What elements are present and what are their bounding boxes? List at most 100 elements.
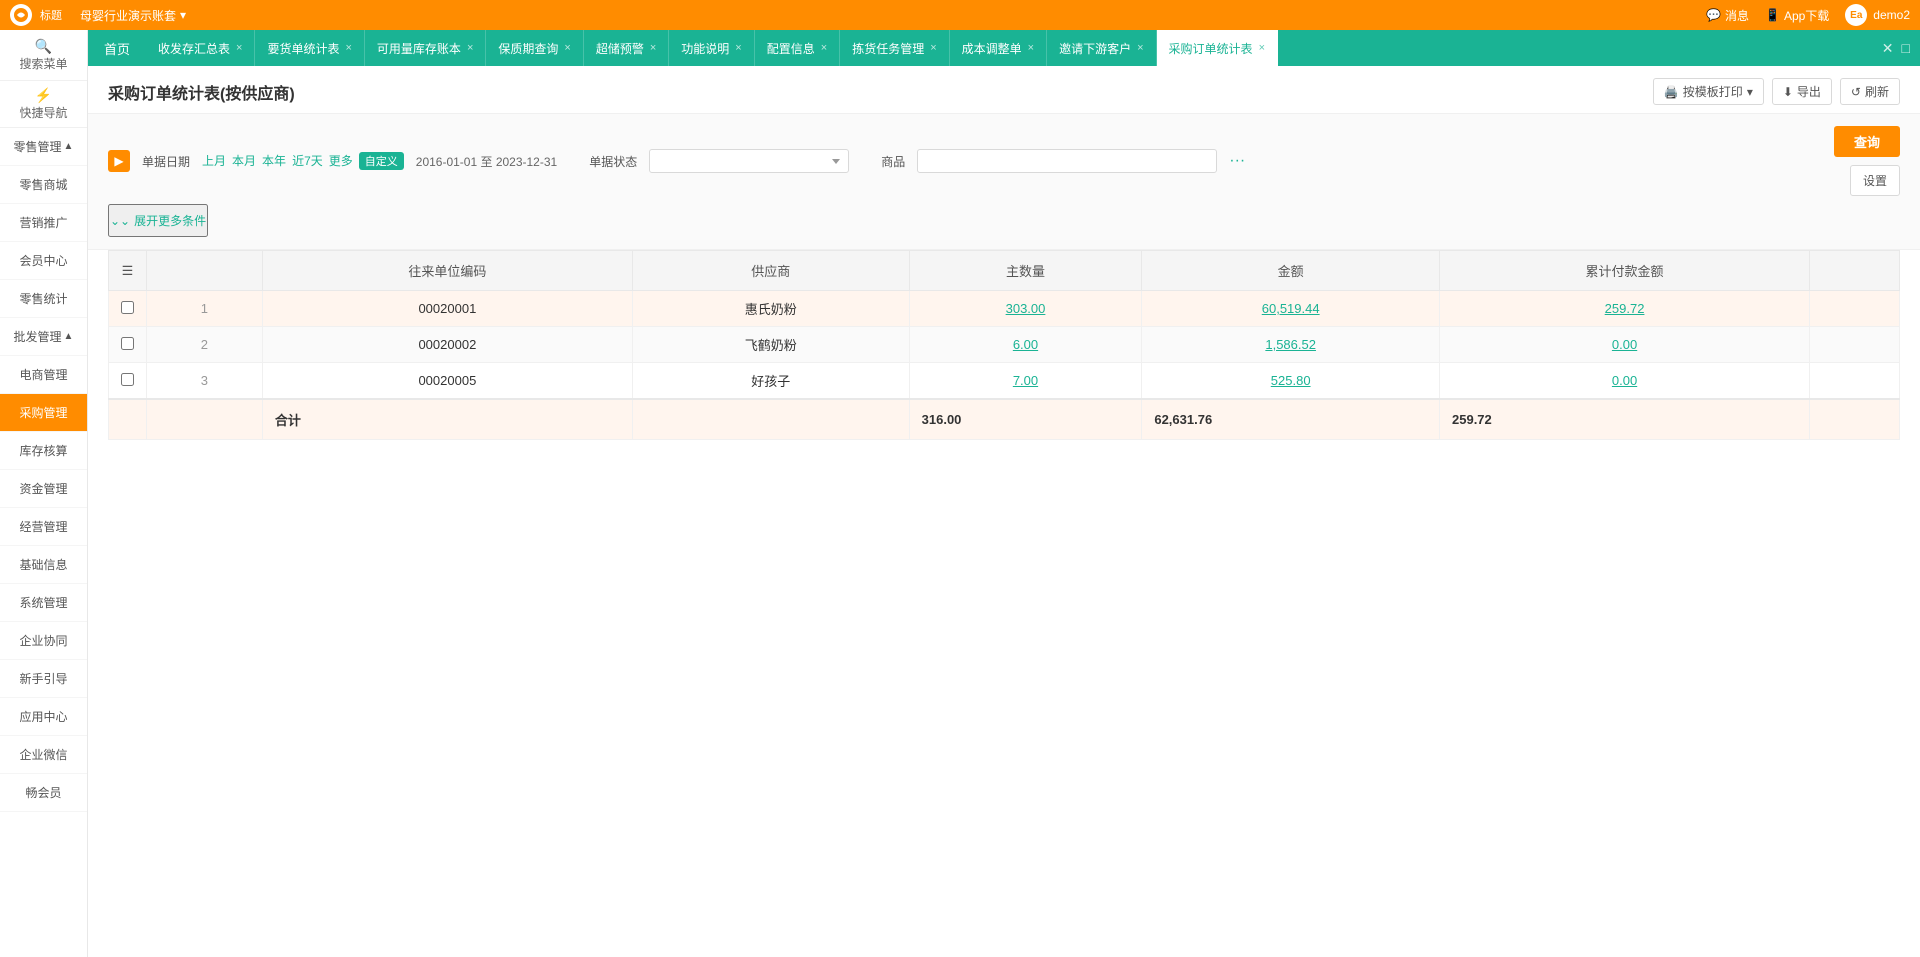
settings-button[interactable]: 设置 bbox=[1850, 165, 1900, 196]
tab-home[interactable]: 首页 bbox=[88, 30, 146, 66]
tab-function-desc[interactable]: 功能说明× bbox=[669, 30, 754, 66]
footer-extra bbox=[1810, 399, 1900, 440]
sidebar-item-new-guide[interactable]: 新手引导 bbox=[0, 660, 87, 698]
row-amount[interactable]: 1,586.52 bbox=[1142, 327, 1440, 363]
header-bar-right: 💬 消息 📱 App下载 Ea demo2 bbox=[1706, 4, 1910, 26]
filter-toggle-button[interactable]: ▶ bbox=[108, 150, 130, 172]
tab-pickup-task[interactable]: 拣货任务管理× bbox=[840, 30, 949, 66]
tab-order-summary[interactable]: 要货单统计表× bbox=[255, 30, 364, 66]
tab-bar-right: ✕ □ bbox=[1872, 40, 1920, 57]
sidebar-item-retail-stats[interactable]: 零售统计 bbox=[0, 280, 87, 318]
filter-actions: 查询 设置 bbox=[1834, 126, 1900, 196]
row-main-qty[interactable]: 6.00 bbox=[909, 327, 1142, 363]
col-amount: 金额 bbox=[1142, 251, 1440, 291]
sidebar-item-business-management[interactable]: 经营管理 bbox=[0, 508, 87, 546]
tab-available-inventory[interactable]: 可用量库存账本× bbox=[365, 30, 486, 66]
tab-purchase-summary[interactable]: 采购订单统计表× bbox=[1157, 30, 1278, 66]
row-checkbox[interactable] bbox=[121, 337, 134, 350]
print-icon: 🖨️ bbox=[1664, 85, 1679, 99]
shortcut-more[interactable]: 更多 bbox=[329, 152, 353, 170]
user-profile[interactable]: Ea demo2 bbox=[1845, 4, 1910, 26]
table-row: 2 00020002 飞鹤奶粉 6.00 1,586.52 0.00 bbox=[109, 327, 1900, 363]
sidebar-item-inventory-check[interactable]: 库存核算 bbox=[0, 432, 87, 470]
sidebar-item-member-center[interactable]: 会员中心 bbox=[0, 242, 87, 280]
tab-close-order-summary[interactable]: × bbox=[345, 42, 351, 54]
tab-close-function-desc[interactable]: × bbox=[735, 42, 741, 54]
query-button[interactable]: 查询 bbox=[1834, 126, 1900, 157]
tab-close-warranty-query[interactable]: × bbox=[564, 42, 570, 54]
row-extra bbox=[1810, 363, 1900, 400]
workspace-selector[interactable]: 母婴行业演示账套 ▾ bbox=[80, 7, 186, 24]
sidebar-item-enterprise-wechat[interactable]: 企业微信 bbox=[0, 736, 87, 774]
sidebar-item-basic-info[interactable]: 基础信息 bbox=[0, 546, 87, 584]
sidebar-item-label-system-management: 系统管理 bbox=[19, 596, 67, 610]
status-select[interactable] bbox=[649, 149, 849, 173]
tab-close-purchase-summary[interactable]: × bbox=[1259, 42, 1265, 54]
row-amount[interactable]: 60,519.44 bbox=[1142, 291, 1440, 327]
row-amount[interactable]: 525.80 bbox=[1142, 363, 1440, 400]
row-checkbox[interactable] bbox=[121, 301, 134, 314]
message-button[interactable]: 💬 消息 bbox=[1706, 7, 1749, 24]
expand-more-button[interactable]: ⌄⌄ 展开更多条件 bbox=[108, 204, 208, 237]
sidebar-item-label-basic-info: 基础信息 bbox=[19, 558, 67, 572]
user-name: demo2 bbox=[1873, 8, 1910, 22]
template-print-button[interactable]: 🖨️ 按模板打印 ▾ bbox=[1653, 78, 1764, 105]
row-seq: 1 bbox=[147, 291, 263, 327]
tab-cost-adjust[interactable]: 成本调整单× bbox=[950, 30, 1047, 66]
sidebar-item-ecommerce-management[interactable]: 电商管理 bbox=[0, 356, 87, 394]
header-bar: 标题 母婴行业演示账套 ▾ 💬 消息 📱 App下载 Ea demo2 bbox=[0, 0, 1920, 30]
sidebar-item-label-app-center: 应用中心 bbox=[19, 710, 67, 724]
row-paid-amount[interactable]: 259.72 bbox=[1440, 291, 1810, 327]
app-download-button[interactable]: 📱 App下载 bbox=[1765, 7, 1829, 24]
sidebar-item-purchase-management[interactable]: 采购管理 bbox=[0, 394, 87, 432]
row-checkbox[interactable] bbox=[121, 373, 134, 386]
row-paid-amount[interactable]: 0.00 bbox=[1440, 363, 1810, 400]
shortcut-this-year[interactable]: 本年 bbox=[262, 152, 286, 170]
sidebar-item-member[interactable]: 畅会员 bbox=[0, 774, 87, 812]
tab-close-receive-summary[interactable]: × bbox=[236, 42, 242, 54]
date-range-display: 2016-01-01 至 2023-12-31 bbox=[416, 153, 557, 170]
tab-invite-downstream[interactable]: 邀请下游客户 × bbox=[1047, 30, 1156, 66]
col-settings: ☰ bbox=[109, 251, 147, 291]
sidebar-item-wholesale-management[interactable]: 批发管理▲ bbox=[0, 318, 87, 356]
tab-label-invite-downstream: 邀请下游客户 bbox=[1059, 40, 1131, 57]
tab-warranty-query[interactable]: 保质期查询× bbox=[486, 30, 583, 66]
row-paid-amount[interactable]: 0.00 bbox=[1440, 327, 1810, 363]
sidebar-item-retail-store[interactable]: 零售商城 bbox=[0, 166, 87, 204]
date-filter-label: 单据日期 bbox=[142, 153, 190, 170]
goods-more-options[interactable]: ··· bbox=[1229, 152, 1245, 170]
footer-supplier bbox=[632, 399, 909, 440]
tab-close-available-inventory[interactable]: × bbox=[467, 42, 473, 54]
sidebar-item-app-center[interactable]: 应用中心 bbox=[0, 698, 87, 736]
sidebar-item-system-management[interactable]: 系统管理 bbox=[0, 584, 87, 622]
export-button[interactable]: ⬇ 导出 bbox=[1772, 78, 1832, 105]
refresh-button[interactable]: ↺ 刷新 bbox=[1840, 78, 1900, 105]
sidebar-search[interactable]: 🔍 搜索菜单 bbox=[0, 30, 87, 81]
row-unit-code: 00020002 bbox=[262, 327, 632, 363]
shortcut-7days[interactable]: 近7天 bbox=[292, 152, 323, 170]
tab-close-overstock-warning[interactable]: × bbox=[650, 42, 656, 54]
sidebar-item-marketing[interactable]: 营销推广 bbox=[0, 204, 87, 242]
col-paid-amount: 累计付款金额 bbox=[1440, 251, 1810, 291]
tab-label-receive-summary: 收发存汇总表 bbox=[158, 40, 230, 57]
tab-close-config-info[interactable]: × bbox=[821, 42, 827, 54]
goods-input[interactable] bbox=[917, 149, 1217, 173]
tab-config-info[interactable]: 配置信息× bbox=[755, 30, 840, 66]
row-main-qty[interactable]: 7.00 bbox=[909, 363, 1142, 400]
export-label: 导出 bbox=[1797, 83, 1821, 100]
shortcut-this-month[interactable]: 本月 bbox=[232, 152, 256, 170]
expand-window-button[interactable]: □ bbox=[1902, 40, 1910, 56]
tab-close-cost-adjust[interactable]: × bbox=[1028, 42, 1034, 54]
tab-overstock-warning[interactable]: 超储预警× bbox=[584, 30, 669, 66]
close-window-button[interactable]: ✕ bbox=[1882, 40, 1894, 57]
tab-receive-summary[interactable]: 收发存汇总表 × bbox=[146, 30, 255, 66]
row-main-qty[interactable]: 303.00 bbox=[909, 291, 1142, 327]
sidebar-item-retail-management[interactable]: 零售管理▲ bbox=[0, 128, 87, 166]
tab-close-pickup-task[interactable]: × bbox=[930, 42, 936, 54]
sidebar-item-enterprise-cooperation[interactable]: 企业协同 bbox=[0, 622, 87, 660]
shortcut-last-month[interactable]: 上月 bbox=[202, 152, 226, 170]
sidebar-nav[interactable]: ⚡ 快捷导航 bbox=[0, 81, 87, 128]
tab-close-invite-downstream[interactable]: × bbox=[1137, 42, 1143, 54]
workspace-label: 母婴行业演示账套 bbox=[80, 7, 176, 24]
sidebar-item-finance-management[interactable]: 资金管理 bbox=[0, 470, 87, 508]
